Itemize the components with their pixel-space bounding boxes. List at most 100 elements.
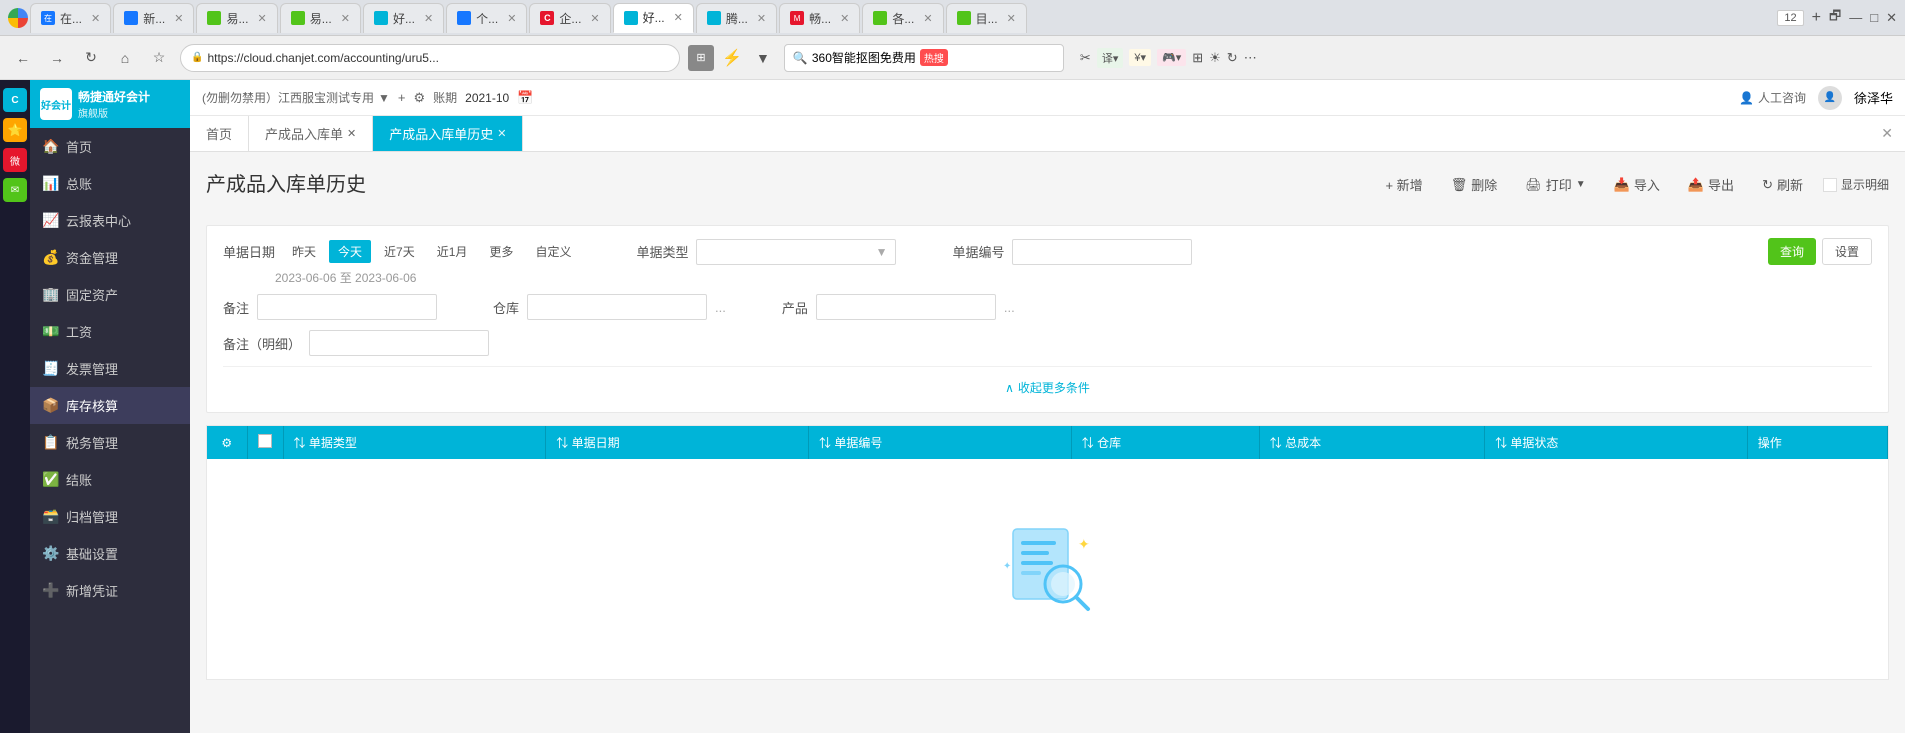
- sidebar-item-settle[interactable]: ✅ 结账: [30, 461, 190, 498]
- col-number[interactable]: ⇅ 单据编号: [808, 426, 1071, 459]
- page-tab-2-close[interactable]: ✕: [497, 127, 506, 140]
- sidebar-item-basic[interactable]: ⚙️ 基础设置: [30, 535, 190, 572]
- search-box[interactable]: 🔍 360智能抠图免费用 热搜: [784, 44, 1064, 72]
- col-date[interactable]: ⇅ 单据日期: [546, 426, 809, 459]
- col-type[interactable]: ⇅ 单据类型: [283, 426, 546, 459]
- sidebar-item-invoice[interactable]: 🧾 发票管理: [30, 350, 190, 387]
- grid-icon[interactable]: ⊞: [1192, 50, 1203, 66]
- sidebar-item-home[interactable]: 🏠 首页: [30, 128, 190, 165]
- warehouse-filter-input[interactable]: [527, 294, 707, 320]
- number-filter-input[interactable]: [1012, 239, 1192, 265]
- tab-close-9[interactable]: ✕: [757, 12, 766, 25]
- tab-close-11[interactable]: ✕: [923, 12, 932, 25]
- detail-remark-input[interactable]: [309, 330, 489, 356]
- tab-close-4[interactable]: ✕: [341, 12, 350, 25]
- sidebar-item-ledger[interactable]: 📊 总账: [30, 165, 190, 202]
- brightness-icon[interactable]: ☀: [1209, 50, 1221, 66]
- warehouse-dots[interactable]: ...: [715, 300, 726, 315]
- forward-button[interactable]: →: [44, 45, 70, 71]
- currency-icon[interactable]: ¥▾: [1129, 49, 1151, 66]
- col-checkbox[interactable]: [247, 426, 283, 459]
- browser-tab-11[interactable]: 各... ✕: [862, 3, 943, 33]
- tab-close-6[interactable]: ✕: [507, 12, 516, 25]
- settings-button[interactable]: 设置: [1822, 238, 1872, 265]
- lightning-icon[interactable]: ⚡: [722, 48, 742, 68]
- user-service-button[interactable]: 👤 人工咨询: [1739, 89, 1806, 106]
- refresh-button[interactable]: ↻: [78, 45, 104, 71]
- window-minimize-icon[interactable]: —: [1849, 10, 1862, 25]
- tab-new-button[interactable]: +: [1812, 9, 1821, 27]
- window-maximize-icon[interactable]: □: [1870, 10, 1878, 25]
- col-warehouse[interactable]: ⇅ 仓库: [1071, 426, 1259, 459]
- sidebar-item-report[interactable]: 📈 云报表中心: [30, 202, 190, 239]
- date-btn-yesterday[interactable]: 昨天: [283, 240, 325, 263]
- bookmark-button[interactable]: ☆: [146, 45, 172, 71]
- sidebar-item-payroll[interactable]: 💵 工资: [30, 313, 190, 350]
- sidebar-item-archive[interactable]: 🗃️ 归档管理: [30, 498, 190, 535]
- sync-icon[interactable]: ↻: [1227, 50, 1238, 66]
- tab-close-7[interactable]: ✕: [590, 12, 599, 25]
- game-icon[interactable]: 🎮▾: [1157, 49, 1186, 66]
- col-total-cost[interactable]: ⇅ 总成本: [1259, 426, 1484, 459]
- date-btn-7days[interactable]: 近7天: [375, 240, 424, 263]
- sidebar-icon-chanjet[interactable]: C: [3, 88, 27, 112]
- date-btn-1month[interactable]: 近1月: [428, 240, 477, 263]
- collapse-button[interactable]: ∧ 收起更多条件: [1001, 375, 1094, 400]
- refresh-button[interactable]: ↻ 刷新: [1754, 171, 1811, 198]
- window-close-icon[interactable]: ✕: [1886, 10, 1897, 26]
- sidebar-item-fund[interactable]: 💰 资金管理: [30, 239, 190, 276]
- sidebar-item-fixed[interactable]: 🏢 固定资产: [30, 276, 190, 313]
- browser-tab-3[interactable]: 易... ✕: [196, 3, 277, 33]
- sidebar-icon-star[interactable]: ⭐: [3, 118, 27, 142]
- browser-tab-10[interactable]: M 畅... ✕: [779, 3, 860, 33]
- translate-icon[interactable]: 译▾: [1097, 48, 1124, 68]
- import-button[interactable]: 📥 导入: [1606, 171, 1668, 198]
- more-icon[interactable]: ⋯: [1244, 50, 1257, 66]
- url-bar[interactable]: 🔒 https://cloud.chanjet.com/accounting/u…: [180, 44, 680, 72]
- browser-tab-5[interactable]: 好... ✕: [363, 3, 444, 33]
- page-tab-2[interactable]: 产成品入库单历史 ✕: [373, 116, 523, 151]
- sidebar-item-tax[interactable]: 📋 税务管理: [30, 424, 190, 461]
- query-button[interactable]: 查询: [1768, 238, 1816, 265]
- sidebar-icon-weibo[interactable]: 微: [3, 148, 27, 172]
- browser-tab-6[interactable]: 个... ✕: [446, 3, 527, 33]
- sidebar-item-newbill[interactable]: ➕ 新增凭证: [30, 572, 190, 609]
- calendar-icon[interactable]: 📅: [517, 90, 533, 106]
- tab-close-2[interactable]: ✕: [174, 12, 183, 25]
- date-btn-custom[interactable]: 自定义: [526, 240, 580, 263]
- tab-close-12[interactable]: ✕: [1007, 12, 1016, 25]
- scissors-icon[interactable]: ✂: [1080, 50, 1091, 66]
- print-button[interactable]: 🖨 打印 ▼: [1517, 171, 1593, 198]
- type-filter-select[interactable]: ▼: [696, 239, 896, 265]
- window-restore-icon[interactable]: 🗗: [1829, 7, 1841, 29]
- date-btn-today[interactable]: 今天: [329, 240, 371, 263]
- browser-tab-7[interactable]: C 企... ✕: [529, 3, 610, 33]
- browser-tab-12[interactable]: 目... ✕: [946, 3, 1027, 33]
- tab-close-3[interactable]: ✕: [257, 12, 266, 25]
- page-tab-1[interactable]: 产成品入库单 ✕: [249, 116, 373, 151]
- tab-close-10[interactable]: ✕: [840, 12, 849, 25]
- user-avatar[interactable]: 👤: [1818, 86, 1842, 110]
- back-button[interactable]: ←: [10, 45, 36, 71]
- page-tab-1-close[interactable]: ✕: [347, 127, 356, 140]
- sidebar-item-inventory[interactable]: 📦 库存核算: [30, 387, 190, 424]
- close-panel-button[interactable]: ✕: [1869, 117, 1905, 150]
- browser-tab-2[interactable]: 新... ✕: [113, 3, 194, 33]
- tab-close-5[interactable]: ✕: [424, 12, 433, 25]
- settings-gear-icon[interactable]: ⚙: [413, 90, 425, 106]
- breadcrumb-home[interactable]: 首页: [190, 116, 249, 151]
- browser-tab-9[interactable]: 腾... ✕: [696, 3, 777, 33]
- col-status[interactable]: ⇅ 单据状态: [1485, 426, 1748, 459]
- tab-close-8[interactable]: ✕: [674, 11, 683, 24]
- browser-tab-4[interactable]: 易... ✕: [280, 3, 361, 33]
- user-name[interactable]: 徐泽华: [1854, 88, 1893, 107]
- product-dots[interactable]: ...: [1004, 300, 1015, 315]
- browser-tab-1[interactable]: 在 在... ✕: [30, 3, 111, 33]
- show-detail-toggle[interactable]: 显示明细: [1823, 176, 1889, 193]
- company-selector[interactable]: (勿删勿禁用）江西服宝测试专用 ▼: [202, 89, 390, 106]
- dropdown-button[interactable]: ▼: [750, 45, 776, 71]
- tab-close-1[interactable]: ✕: [91, 12, 100, 25]
- delete-button[interactable]: 🗑 删除: [1443, 171, 1506, 198]
- add-company-button[interactable]: +: [398, 90, 406, 105]
- browser-tab-8[interactable]: 好... ✕: [613, 3, 694, 33]
